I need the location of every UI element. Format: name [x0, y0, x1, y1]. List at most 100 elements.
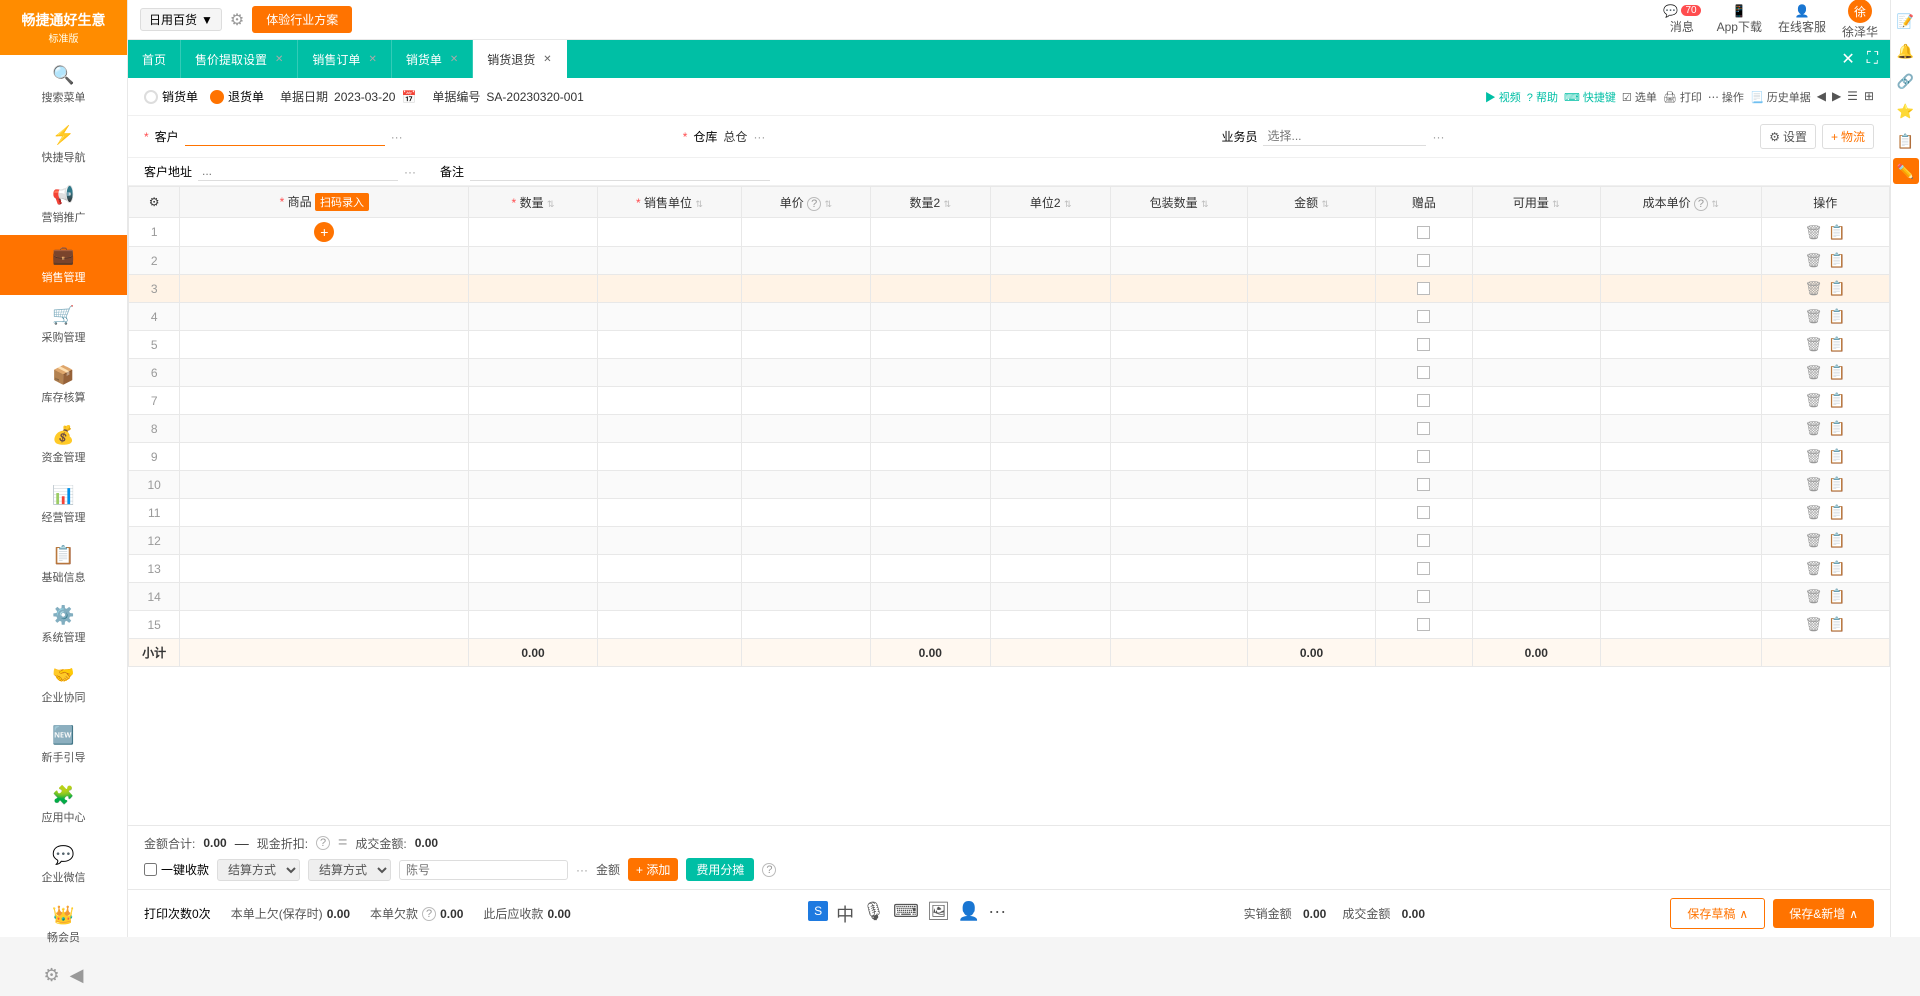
- tab-sale-goods-close[interactable]: ✕: [450, 54, 458, 65]
- gift-checkbox[interactable]: [1417, 534, 1430, 547]
- qty-cell[interactable]: [469, 611, 597, 639]
- gift-cell[interactable]: [1376, 359, 1472, 387]
- delete-row-btn[interactable]: 🗑: [1805, 616, 1823, 633]
- available-cell[interactable]: [1472, 611, 1600, 639]
- sidebar-item-promo[interactable]: 📢 营销推广: [0, 175, 127, 235]
- amount-cell[interactable]: [1247, 583, 1375, 611]
- price-cell[interactable]: [742, 387, 870, 415]
- qty-cell[interactable]: [469, 415, 597, 443]
- pkg-qty-cell[interactable]: [1111, 555, 1247, 583]
- one-key-pay-cb[interactable]: [144, 863, 157, 876]
- qty-cell[interactable]: [469, 471, 597, 499]
- qty-cell[interactable]: [469, 583, 597, 611]
- qty2-cell[interactable]: [870, 611, 990, 639]
- add-row-btn[interactable]: +: [314, 222, 334, 242]
- product-cell[interactable]: +: [180, 218, 469, 247]
- tab-sale-order[interactable]: 销售订单 ✕: [298, 40, 391, 78]
- qty2-cell[interactable]: [870, 471, 990, 499]
- amount-cell[interactable]: [1247, 415, 1375, 443]
- qty2-cell[interactable]: [870, 527, 990, 555]
- qty-cell[interactable]: [469, 331, 597, 359]
- pkg-qty-cell[interactable]: [1111, 499, 1247, 527]
- sidebar-item-sales[interactable]: 💼 销售管理: [0, 235, 127, 295]
- gift-cell[interactable]: [1376, 611, 1472, 639]
- qty2-cell[interactable]: [870, 555, 990, 583]
- history-btn[interactable]: 📃 历史单据: [1750, 89, 1811, 105]
- amount-cell[interactable]: [1247, 527, 1375, 555]
- message-btn[interactable]: 💬 70 消息: [1663, 4, 1700, 35]
- amount-cell[interactable]: [1247, 555, 1375, 583]
- address-input[interactable]: [198, 162, 398, 181]
- sidebar-item-basic[interactable]: 📋 基础信息: [0, 535, 127, 595]
- rs-link-icon[interactable]: 🔗: [1893, 68, 1919, 94]
- docno-value[interactable]: SA-20230320-001: [486, 90, 583, 104]
- product-cell[interactable]: [180, 275, 469, 303]
- gift-cell[interactable]: [1376, 471, 1472, 499]
- sidebar-item-operation[interactable]: 📊 经营管理: [0, 475, 127, 535]
- delete-row-btn[interactable]: 🗑: [1805, 364, 1823, 381]
- customer-dots-btn[interactable]: ···: [391, 130, 403, 144]
- sort-pkg-icon[interactable]: ⇅: [1201, 199, 1209, 209]
- user-avatar-btn[interactable]: 徐 徐泽华: [1842, 0, 1878, 40]
- gift-cell[interactable]: [1376, 275, 1472, 303]
- form-settings-btn[interactable]: ⚙ 设置: [1760, 124, 1816, 149]
- pkg-qty-cell[interactable]: [1111, 275, 1247, 303]
- logistics-btn[interactable]: + 物流: [1822, 124, 1874, 149]
- delete-row-btn[interactable]: 🗑: [1805, 420, 1823, 437]
- staff-input[interactable]: [1263, 127, 1426, 146]
- gift-checkbox[interactable]: [1417, 478, 1430, 491]
- settle-method-select[interactable]: 结算方式: [217, 859, 300, 881]
- delete-row-btn[interactable]: 🗑: [1805, 560, 1823, 577]
- available-cell[interactable]: [1472, 387, 1600, 415]
- sidebar-item-member[interactable]: 👑 畅会员: [0, 895, 127, 955]
- available-cell[interactable]: [1472, 218, 1600, 247]
- mic-icon-btn[interactable]: 🎙: [862, 901, 885, 927]
- sort-qty2-icon[interactable]: ⇅: [944, 199, 952, 209]
- copy-row-btn[interactable]: 📋: [1828, 532, 1845, 549]
- rs-edit-icon[interactable]: ✏️: [1893, 158, 1919, 184]
- product-cell[interactable]: [180, 555, 469, 583]
- customer-input[interactable]: [185, 127, 385, 146]
- sidebar-item-shortcut[interactable]: ⚡ 快捷导航: [0, 115, 127, 175]
- pkg-qty-cell[interactable]: [1111, 471, 1247, 499]
- sidebar-item-inventory[interactable]: 📦 库存核算: [0, 355, 127, 415]
- sidebar-item-appstore[interactable]: 🧩 应用中心: [0, 775, 127, 835]
- sidebar-item-enterprise[interactable]: 🤝 企业协同: [0, 655, 127, 715]
- gift-cell[interactable]: [1376, 443, 1472, 471]
- pkg-qty-cell[interactable]: [1111, 415, 1247, 443]
- unit2-cell[interactable]: [991, 611, 1111, 639]
- sidebar-item-search[interactable]: 🔍 搜索菜单: [0, 55, 127, 115]
- product-input[interactable]: [184, 282, 464, 296]
- gift-checkbox[interactable]: [1417, 506, 1430, 519]
- tab-sale-price-close[interactable]: ✕: [275, 54, 283, 65]
- unit2-cell[interactable]: [991, 387, 1111, 415]
- experience-btn[interactable]: 体验行业方案: [252, 6, 352, 33]
- price-cell[interactable]: [742, 415, 870, 443]
- sidebar-item-purchase[interactable]: 🛒 采购管理: [0, 295, 127, 355]
- gift-checkbox[interactable]: [1417, 282, 1430, 295]
- unit2-cell[interactable]: [991, 527, 1111, 555]
- amount-cell[interactable]: [1247, 471, 1375, 499]
- price-cell[interactable]: [742, 303, 870, 331]
- product-cell[interactable]: [180, 471, 469, 499]
- remark-input[interactable]: [470, 162, 770, 181]
- copy-row-btn[interactable]: 📋: [1828, 560, 1845, 577]
- unit-cell[interactable]: [597, 443, 741, 471]
- product-cell[interactable]: [180, 611, 469, 639]
- unit-cell[interactable]: [597, 218, 741, 247]
- help-icon[interactable]: ? 帮助: [1527, 89, 1558, 105]
- sort-qty-icon[interactable]: ⇅: [547, 199, 555, 209]
- rs-bell-icon[interactable]: 🔔: [1893, 38, 1919, 64]
- product-cell[interactable]: [180, 331, 469, 359]
- tab-sale-return[interactable]: 销货退货 ✕: [473, 40, 566, 78]
- amount-cell[interactable]: [1247, 331, 1375, 359]
- delete-row-btn[interactable]: 🗑: [1805, 280, 1823, 297]
- copy-row-btn[interactable]: 📋: [1828, 252, 1845, 269]
- unit-cell[interactable]: [597, 303, 741, 331]
- product-cell[interactable]: [180, 387, 469, 415]
- cost-price-cell[interactable]: [1600, 611, 1761, 639]
- rs-bookmark-icon[interactable]: ⭐: [1893, 98, 1919, 124]
- qty-cell[interactable]: [469, 555, 597, 583]
- gift-cell[interactable]: [1376, 247, 1472, 275]
- available-cell[interactable]: [1472, 275, 1600, 303]
